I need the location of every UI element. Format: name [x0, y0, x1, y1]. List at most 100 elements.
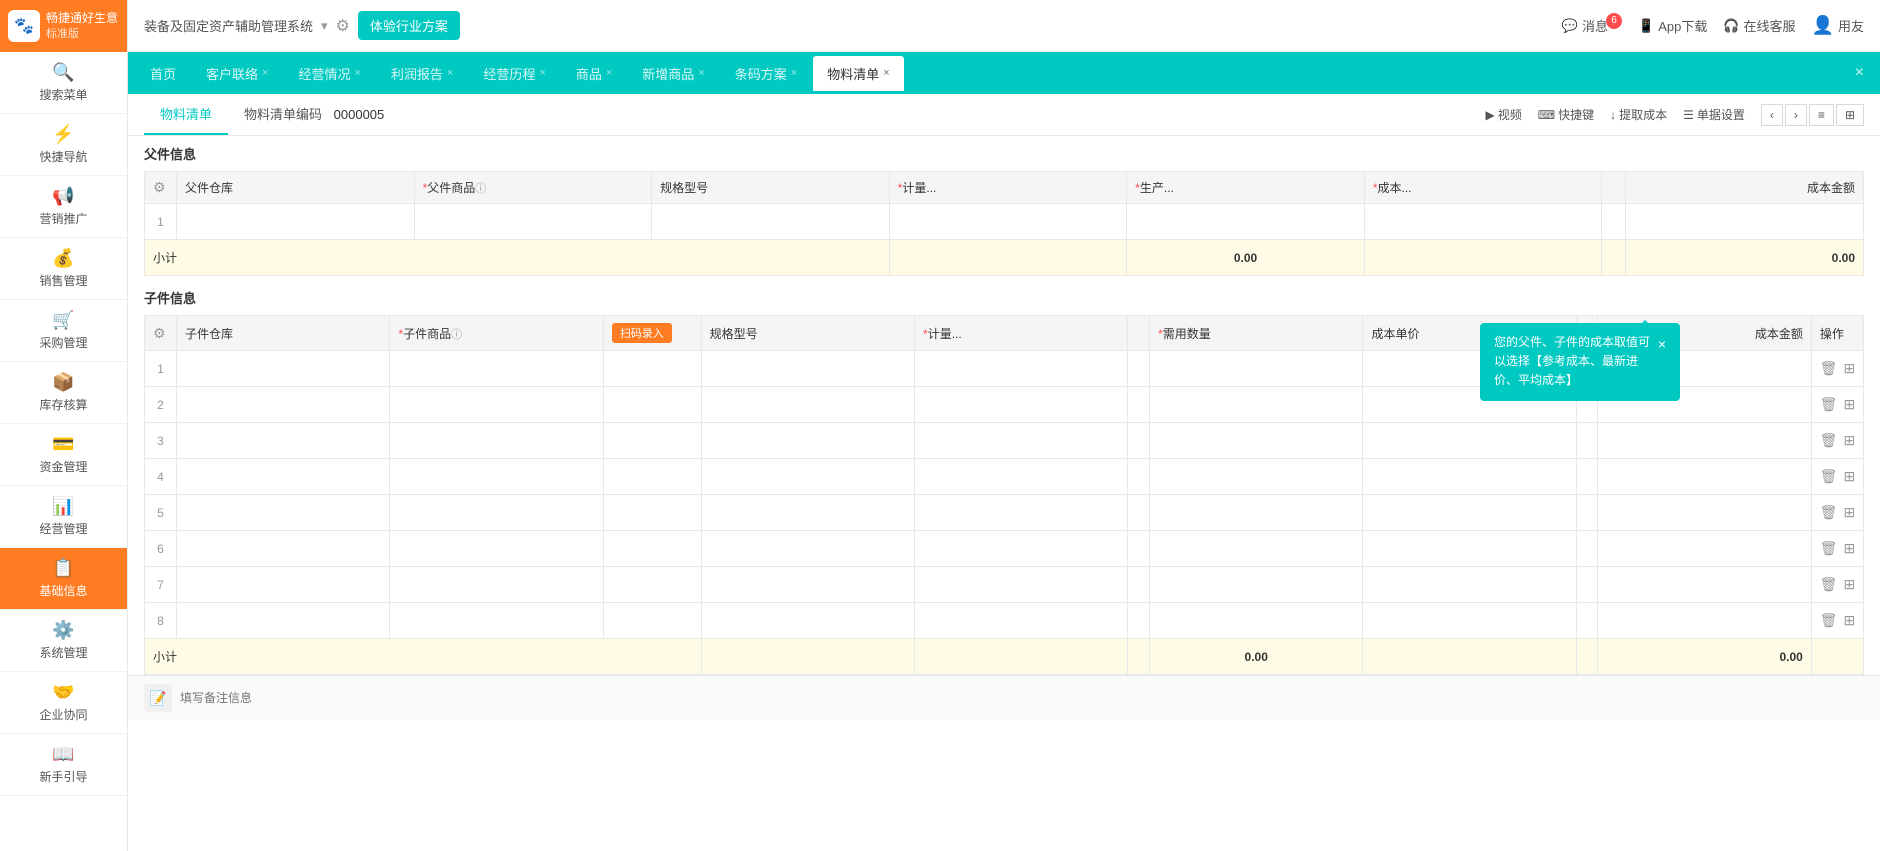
parent-row-1-warehouse[interactable]: [177, 204, 415, 240]
child-qty-input-1[interactable]: [1150, 351, 1362, 386]
child-row-7-amount[interactable]: [1598, 567, 1811, 603]
child-row-5-quantity[interactable]: [1150, 495, 1363, 531]
parent-row-1-spec[interactable]: [652, 204, 890, 240]
app-download-item[interactable]: 📱 App下载: [1638, 16, 1707, 35]
child-spec-input-8[interactable]: [702, 603, 914, 638]
child-row-8-spec[interactable]: [701, 603, 914, 639]
child-row-4-amount[interactable]: [1598, 459, 1811, 495]
child-amount-input-4[interactable]: [1598, 459, 1810, 494]
tab-operations[interactable]: 经营情况 ×: [284, 56, 374, 91]
child-row-2-unit[interactable]: [915, 387, 1128, 423]
child-product-input-1[interactable]: [390, 351, 602, 386]
child-row-8-unit[interactable]: [915, 603, 1128, 639]
child-unitcost-input-7[interactable]: [1363, 567, 1575, 602]
child-row-1-unit[interactable]: [915, 351, 1128, 387]
child-row-4-spec[interactable]: [701, 459, 914, 495]
copy-icon-7[interactable]: ⊞: [1843, 576, 1855, 593]
subtab-bom-list[interactable]: 物料清单: [144, 94, 228, 135]
parent-row-1-unit[interactable]: [889, 204, 1127, 240]
child-spec-input-3[interactable]: [702, 423, 914, 458]
child-amount-input-6[interactable]: [1598, 531, 1810, 566]
tab-close-customer[interactable]: ×: [262, 67, 268, 79]
tab-close-barcode[interactable]: ×: [791, 67, 797, 79]
child-row-7-product[interactable]: [390, 567, 603, 603]
tab-profit[interactable]: 利润报告 ×: [377, 56, 467, 91]
child-warehouse-input-6[interactable]: [177, 531, 389, 566]
copy-icon-6[interactable]: ⊞: [1843, 540, 1855, 557]
child-product-input-2[interactable]: [390, 387, 602, 422]
parent-row-1-amount[interactable]: [1626, 204, 1864, 240]
user-item[interactable]: 👤 用友: [1812, 15, 1864, 36]
child-unit-input-7[interactable]: [915, 567, 1127, 602]
copy-icon-8[interactable]: ⊞: [1843, 612, 1855, 629]
parent-warehouse-input[interactable]: [177, 204, 414, 239]
copy-icon-1[interactable]: ⊞: [1843, 360, 1855, 377]
sidebar-item-basic-info[interactable]: 📋 基础信息: [0, 548, 127, 610]
prev-btn[interactable]: ‹: [1761, 104, 1783, 126]
child-warehouse-input-7[interactable]: [177, 567, 389, 602]
child-row-7-unit[interactable]: [915, 567, 1128, 603]
parent-row-1-cost[interactable]: [1364, 204, 1602, 240]
child-row-4-warehouse[interactable]: [177, 459, 390, 495]
tooltip-close-btn[interactable]: ×: [1658, 333, 1666, 355]
delete-icon-8[interactable]: 🗑: [1820, 612, 1838, 629]
sidebar-item-operations[interactable]: 📊 经营管理: [0, 486, 127, 548]
child-qty-input-5[interactable]: [1150, 495, 1362, 530]
tab-barcode[interactable]: 条码方案 ×: [721, 56, 811, 91]
sidebar-item-sales[interactable]: 💰 销售管理: [0, 238, 127, 300]
child-row-7-quantity[interactable]: [1150, 567, 1363, 603]
delete-icon-7[interactable]: 🗑: [1820, 576, 1838, 593]
child-row-7-spec[interactable]: [701, 567, 914, 603]
tab-close-bom[interactable]: ×: [883, 67, 889, 79]
child-col-scan[interactable]: 扫码录入: [603, 316, 701, 351]
tab-close-history[interactable]: ×: [539, 67, 545, 79]
sidebar-item-marketing[interactable]: 📢 营销推广: [0, 176, 127, 238]
child-qty-input-8[interactable]: [1150, 603, 1362, 638]
online-service-item[interactable]: 🎧 在线客服: [1723, 16, 1795, 35]
child-row-6-warehouse[interactable]: [177, 531, 390, 567]
child-row-8-product[interactable]: [390, 603, 603, 639]
tab-new-product[interactable]: 新增商品 ×: [628, 56, 718, 91]
child-qty-input-2[interactable]: [1150, 387, 1362, 422]
sidebar-item-enterprise[interactable]: 🤝 企业协同: [0, 672, 127, 734]
delete-icon-3[interactable]: 🗑: [1820, 432, 1838, 449]
child-unit-input-2[interactable]: [915, 387, 1127, 422]
child-unitcost-input-3[interactable]: [1363, 423, 1575, 458]
parent-row-1-product[interactable]: [414, 204, 652, 240]
child-row-1-product[interactable]: [390, 351, 603, 387]
child-row-2-product[interactable]: [390, 387, 603, 423]
child-row-4-unit[interactable]: [915, 459, 1128, 495]
child-row-5-warehouse[interactable]: [177, 495, 390, 531]
sidebar-item-guide[interactable]: 📖 新手引导: [0, 734, 127, 796]
child-warehouse-input-1[interactable]: [177, 351, 389, 386]
delete-icon-5[interactable]: 🗑: [1820, 504, 1838, 521]
child-unitcost-input-5[interactable]: [1363, 495, 1575, 530]
child-row-5-product[interactable]: [390, 495, 603, 531]
child-product-input-7[interactable]: [390, 567, 602, 602]
copy-icon-2[interactable]: ⊞: [1843, 396, 1855, 413]
child-unit-input-6[interactable]: [915, 531, 1127, 566]
child-row-3-spec[interactable]: [701, 423, 914, 459]
parent-col-config[interactable]: ⚙: [145, 172, 177, 204]
child-warehouse-input-8[interactable]: [177, 603, 389, 638]
tab-home[interactable]: 首页: [136, 56, 190, 91]
child-row-5-spec[interactable]: [701, 495, 914, 531]
child-row-6-quantity[interactable]: [1150, 531, 1363, 567]
delete-icon-2[interactable]: 🗑: [1820, 396, 1838, 413]
child-row-6-product[interactable]: [390, 531, 603, 567]
child-product-input-3[interactable]: [390, 423, 602, 458]
trial-button[interactable]: 体验行业方案: [358, 11, 460, 40]
sidebar-item-finance[interactable]: 💳 资金管理: [0, 424, 127, 486]
child-row-6-unit-cost[interactable]: [1363, 531, 1576, 567]
sidebar-item-purchase[interactable]: 🛒 采购管理: [0, 300, 127, 362]
child-row-3-product[interactable]: [390, 423, 603, 459]
copy-icon-5[interactable]: ⊞: [1843, 504, 1855, 521]
child-row-5-unit-cost[interactable]: [1363, 495, 1576, 531]
child-spec-input-4[interactable]: [702, 459, 914, 494]
tab-close-operations[interactable]: ×: [354, 67, 360, 79]
next-btn[interactable]: ›: [1785, 104, 1807, 126]
dropdown-arrow-icon[interactable]: ▾: [321, 18, 328, 34]
child-row-2-spec[interactable]: [701, 387, 914, 423]
note-input[interactable]: [180, 691, 1864, 705]
child-row-4-unit-cost[interactable]: [1363, 459, 1576, 495]
